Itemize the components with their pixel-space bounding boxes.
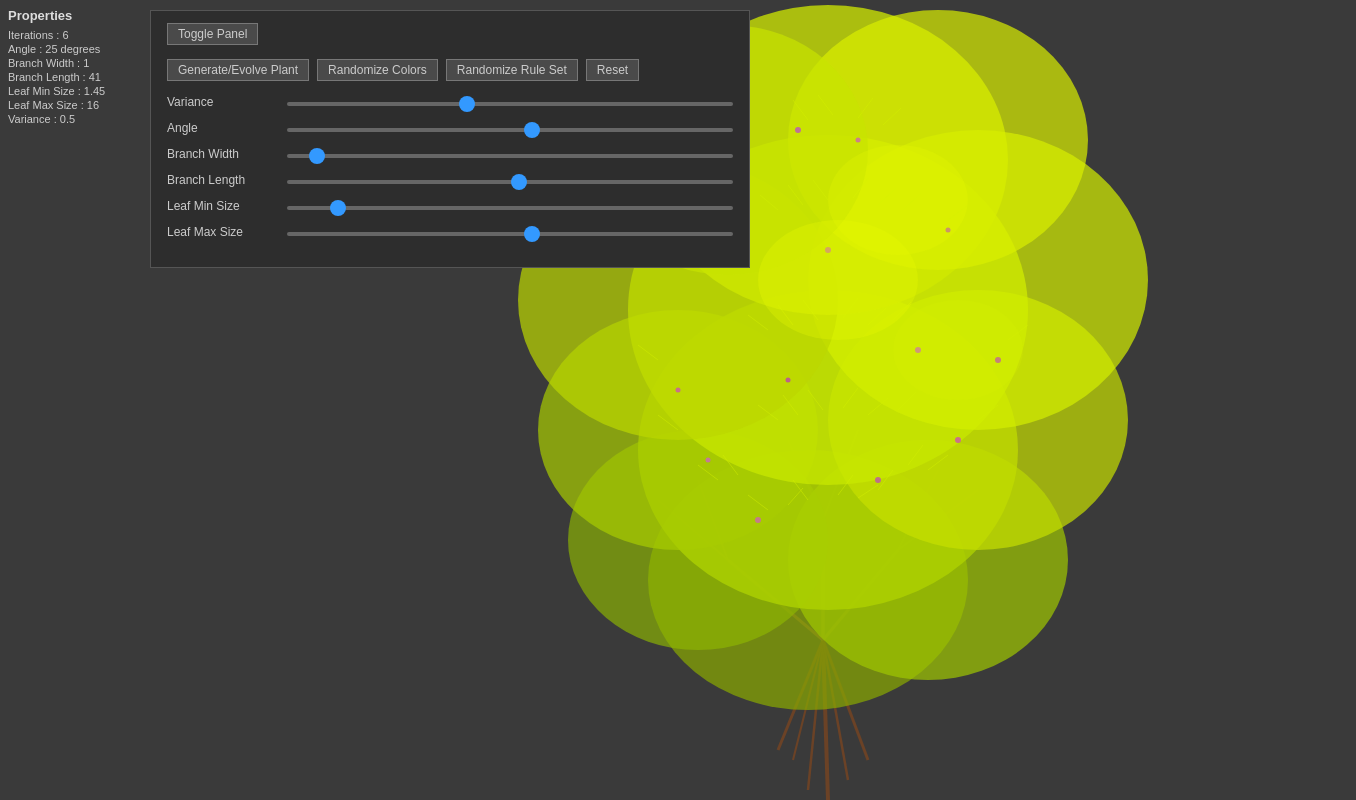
svg-point-17 <box>706 458 711 463</box>
svg-point-27 <box>795 127 801 133</box>
leaf-min-size-row: Leaf Min Size <box>167 199 733 213</box>
branch-length-slider-container <box>287 173 733 187</box>
angle-row: Angle <box>167 121 733 135</box>
svg-point-26 <box>856 138 861 143</box>
variance-slider[interactable] <box>287 102 733 106</box>
highlight-2 <box>828 145 968 255</box>
action-buttons-row: Generate/Evolve Plant Randomize Colors R… <box>167 59 733 81</box>
branch-width-slider-container <box>287 147 733 161</box>
prop-leaf-min-size: Leaf Min Size : 1.45 <box>8 85 132 97</box>
branch-length-row: Branch Length <box>167 173 733 187</box>
branch-width-row: Branch Width <box>167 147 733 161</box>
variance-label: Variance <box>167 95 287 109</box>
branch-length-slider[interactable] <box>287 180 733 184</box>
branch-width-slider[interactable] <box>287 154 733 158</box>
prop-variance: Variance : 0.5 <box>8 113 132 125</box>
branch-length-label: Branch Length <box>167 173 287 187</box>
leaf-min-size-slider[interactable] <box>287 206 733 210</box>
leaf-max-size-slider[interactable] <box>287 232 733 236</box>
control-panel: Toggle Panel Generate/Evolve Plant Rando… <box>150 10 750 268</box>
toggle-panel-button[interactable]: Toggle Panel <box>167 23 258 45</box>
prop-angle: Angle : 25 degrees <box>8 43 132 55</box>
generate-evolve-button[interactable]: Generate/Evolve Plant <box>167 59 309 81</box>
svg-point-18 <box>955 437 961 443</box>
properties-title: Properties <box>8 8 132 23</box>
highlight-3 <box>893 300 1023 400</box>
prop-iterations: Iterations : 6 <box>8 29 132 41</box>
randomize-colors-button[interactable]: Randomize Colors <box>317 59 438 81</box>
branch-width-label: Branch Width <box>167 147 287 161</box>
leaf-min-size-slider-container <box>287 199 733 213</box>
toggle-panel-area: Toggle Panel <box>167 23 733 49</box>
angle-slider-container <box>287 121 733 135</box>
svg-point-15 <box>755 517 761 523</box>
randomize-ruleset-button[interactable]: Randomize Rule Set <box>446 59 578 81</box>
sidebar: Properties Iterations : 6 Angle : 25 deg… <box>0 0 140 800</box>
leaf-min-size-label: Leaf Min Size <box>167 199 287 213</box>
leaf-max-size-slider-container <box>287 225 733 239</box>
svg-point-19 <box>786 378 791 383</box>
svg-point-16 <box>875 477 881 483</box>
prop-branch-length: Branch Length : 41 <box>8 71 132 83</box>
variance-row: Variance <box>167 95 733 109</box>
reset-button[interactable]: Reset <box>586 59 639 81</box>
angle-label: Angle <box>167 121 287 135</box>
variance-slider-container <box>287 95 733 109</box>
main-area: Toggle Panel Generate/Evolve Plant Rando… <box>140 0 1356 800</box>
prop-branch-width: Branch Width : 1 <box>8 57 132 69</box>
svg-point-21 <box>676 388 681 393</box>
prop-leaf-max-size: Leaf Max Size : 16 <box>8 99 132 111</box>
leaf-max-size-label: Leaf Max Size <box>167 225 287 239</box>
leaf-max-size-row: Leaf Max Size <box>167 225 733 239</box>
angle-slider[interactable] <box>287 128 733 132</box>
